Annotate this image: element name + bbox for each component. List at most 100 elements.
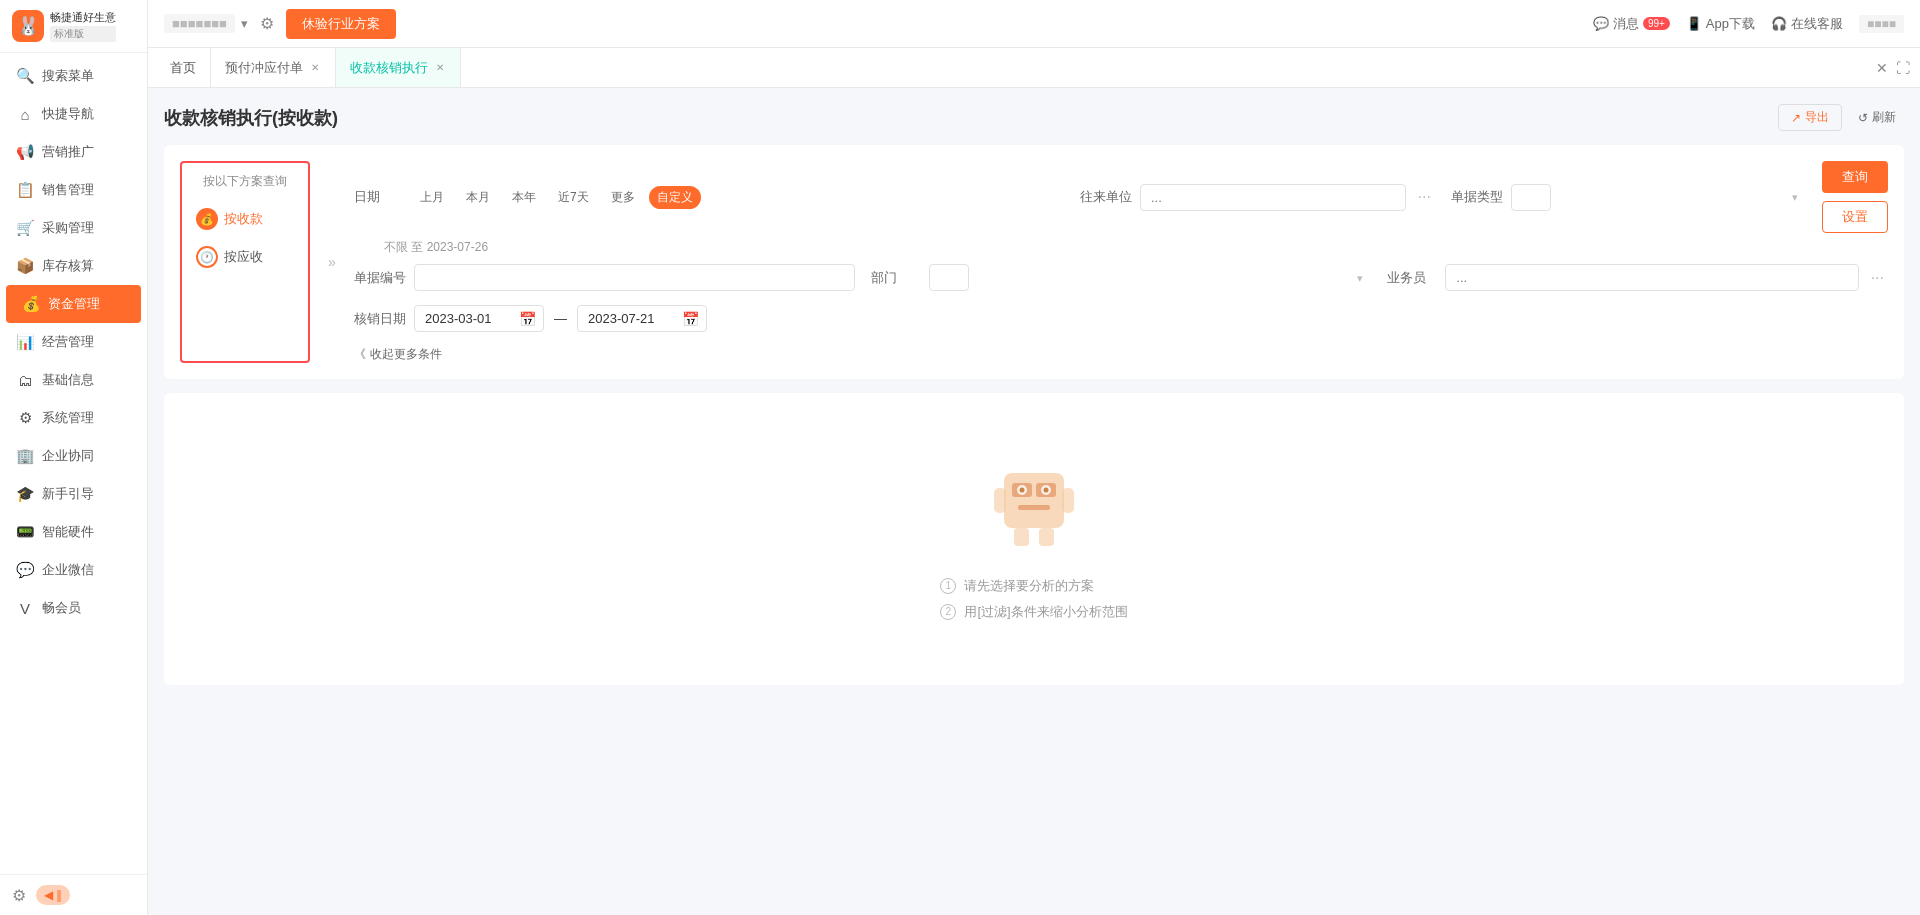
date-tag-7days[interactable]: 近7天	[550, 186, 597, 209]
sidebar-item-label-guide: 新手引导	[42, 485, 94, 503]
sidebar-item-marketing[interactable]: 📢 营销推广	[0, 133, 147, 171]
filter-option-by-receipt[interactable]: 💰 按收款	[190, 200, 300, 238]
sidebar-item-inventory[interactable]: 📦 库存核算	[0, 247, 147, 285]
tab-prepay-close-icon[interactable]: ✕	[309, 60, 321, 75]
sidebar-item-label-system: 系统管理	[42, 409, 94, 427]
date-tag-this-year[interactable]: 本年	[504, 186, 544, 209]
message-label: 消息	[1613, 15, 1639, 33]
sidebar-item-search[interactable]: 🔍 搜索菜单	[0, 57, 147, 95]
home-icon: ⌂	[16, 106, 34, 123]
refresh-button[interactable]: ↺ 刷新	[1850, 104, 1904, 131]
settings-gear-button[interactable]: ⚙	[260, 14, 274, 33]
online-service-button[interactable]: 🎧 在线客服	[1771, 15, 1843, 33]
empty-tip-2-text: 用[过滤]条件来缩小分析范围	[964, 599, 1127, 625]
svg-rect-6	[1014, 528, 1029, 546]
tab-prepay-label: 预付冲应付单	[225, 59, 303, 77]
doc-number-input[interactable]	[414, 264, 855, 291]
bottom-settings-icon[interactable]: ⚙	[12, 886, 26, 905]
mobile-icon: 📱	[1686, 16, 1702, 31]
sidebar-item-label-sales: 销售管理	[42, 181, 94, 199]
filter-option-by-receivable[interactable]: 🕐 按应收	[190, 238, 300, 276]
tab-receipt-write-off-close-icon[interactable]: ✕	[434, 60, 446, 75]
counterparty-input[interactable]	[1140, 184, 1406, 211]
calendar-end-icon[interactable]: 📅	[682, 311, 699, 327]
write-off-date-field: 核销日期 📅 — 📅	[354, 305, 1888, 332]
page-title: 收款核销执行(按收款)	[164, 106, 338, 130]
tab-close-button[interactable]: ✕	[1876, 60, 1888, 76]
sidebar-item-purchase[interactable]: 🛒 采购管理	[0, 209, 147, 247]
sidebar-item-hardware[interactable]: 📟 智能硬件	[0, 513, 147, 551]
filter-row-2: 单据编号 部门 业务员 ···	[354, 264, 1888, 291]
filter-row-3: 核销日期 📅 — 📅	[354, 305, 1888, 332]
filter-collapse-arrow[interactable]: »	[322, 161, 342, 363]
sidebar-nav: 🔍 搜索菜单 ⌂ 快捷导航 📢 营销推广 📋 销售管理 🛒 采购管理 📦 库存核…	[0, 53, 147, 874]
settings-query-button[interactable]: 设置	[1822, 201, 1888, 233]
collapse-more-row: 《 收起更多条件	[354, 346, 1888, 363]
message-button[interactable]: 💬 消息 99+	[1593, 15, 1670, 33]
sidebar-item-enterprise[interactable]: 🏢 企业协同	[0, 437, 147, 475]
department-select[interactable]	[929, 264, 969, 291]
sidebar-item-label-purchase: 采购管理	[42, 219, 94, 237]
write-off-date-label: 核销日期	[354, 310, 406, 328]
building-icon: 🏢	[16, 447, 34, 465]
refresh-icon: ↺	[1858, 111, 1868, 125]
industry-solution-button[interactable]: 休验行业方案	[286, 9, 396, 39]
sidebar-item-quicknav[interactable]: ⌂ 快捷导航	[0, 95, 147, 133]
filter-sidebar-title: 按以下方案查询	[190, 173, 300, 190]
empty-tip-2: 2 用[过滤]条件来缩小分析范围	[940, 599, 1127, 625]
sidebar-item-system[interactable]: ⚙ 系统管理	[0, 399, 147, 437]
sidebar-item-sales[interactable]: 📋 销售管理	[0, 171, 147, 209]
sidebar-item-label-quicknav: 快捷导航	[42, 105, 94, 123]
sidebar-collapse-button[interactable]: ◀ ‖	[36, 885, 70, 905]
tab-receipt-write-off[interactable]: 收款核销执行 ✕	[336, 48, 461, 87]
sidebar-item-label-marketing: 营销推广	[42, 143, 94, 161]
sidebar-bottom: ⚙ ◀ ‖	[0, 874, 147, 915]
tab-maximize-button[interactable]: ⛶	[1896, 60, 1910, 76]
calendar-start-icon[interactable]: 📅	[519, 311, 536, 327]
sidebar-item-guide[interactable]: 🎓 新手引导	[0, 475, 147, 513]
svg-rect-4	[994, 488, 1006, 513]
chat-icon: 💬	[16, 561, 34, 579]
doc-type-select[interactable]	[1511, 184, 1551, 211]
company-selector[interactable]: ■■■■■■■ ▾	[164, 14, 248, 33]
sidebar-item-operations[interactable]: 📊 经营管理	[0, 323, 147, 361]
app-download-button[interactable]: 📱 App下载	[1686, 15, 1755, 33]
write-off-date-range: 📅 — 📅	[414, 305, 707, 332]
date-tag-more[interactable]: 更多	[603, 186, 643, 209]
search-icon: 🔍	[16, 67, 34, 85]
date-tag-this-month[interactable]: 本月	[458, 186, 498, 209]
headset-icon: 🎧	[1771, 16, 1787, 31]
export-button[interactable]: ↗ 导出	[1778, 104, 1842, 131]
date-tag-last-month[interactable]: 上月	[412, 186, 452, 209]
sidebar-item-finance[interactable]: 💰 资金管理	[6, 285, 141, 323]
logo-area: 🐰 畅捷通好生意 标准版	[0, 0, 147, 53]
chevron-down-icon: ▾	[241, 16, 248, 31]
logo-text-block: 畅捷通好生意 标准版	[50, 10, 116, 41]
staff-ellipsis-icon[interactable]: ···	[1867, 269, 1888, 287]
sidebar-item-label-inventory: 库存核算	[42, 257, 94, 275]
sidebar-item-basic[interactable]: 🗂 基础信息	[0, 361, 147, 399]
service-label: 在线客服	[1791, 15, 1843, 33]
top-bar-right: 💬 消息 99+ 📱 App下载 🎧 在线客服 ■■■■	[1593, 15, 1904, 33]
filter-sidebar: 按以下方案查询 💰 按收款 🕐 按应收	[180, 161, 310, 363]
sidebar-item-weixin[interactable]: 💬 企业微信	[0, 551, 147, 589]
message-icon: 💬	[1593, 16, 1609, 31]
tab-home[interactable]: 首页	[156, 48, 211, 87]
staff-input[interactable]	[1445, 264, 1858, 291]
write-off-date-end-wrapper: 📅	[577, 305, 707, 332]
counterparty-ellipsis-icon[interactable]: ···	[1414, 188, 1435, 206]
sidebar-item-label-enterprise: 企业协同	[42, 447, 94, 465]
sidebar-item-member[interactable]: V 畅会员	[0, 589, 147, 627]
sidebar: 🐰 畅捷通好生意 标准版 🔍 搜索菜单 ⌂ 快捷导航 📢 营销推广 📋 销售管理…	[0, 0, 148, 915]
date-tag-custom[interactable]: 自定义	[649, 186, 701, 209]
tab-prepay[interactable]: 预付冲应付单 ✕	[211, 48, 336, 87]
counterparty-label: 往来单位	[1080, 188, 1132, 206]
page-title-actions: ↗ 导出 ↺ 刷新	[1778, 104, 1904, 131]
query-button[interactable]: 查询	[1822, 161, 1888, 193]
collapse-more-button[interactable]: 《 收起更多条件	[354, 346, 442, 363]
chart-icon: 📊	[16, 333, 34, 351]
doc-type-select-wrapper	[1511, 184, 1806, 211]
message-badge: 99+	[1643, 17, 1670, 30]
sidebar-item-label-hardware: 智能硬件	[42, 523, 94, 541]
app-badge: 标准版	[50, 26, 116, 42]
